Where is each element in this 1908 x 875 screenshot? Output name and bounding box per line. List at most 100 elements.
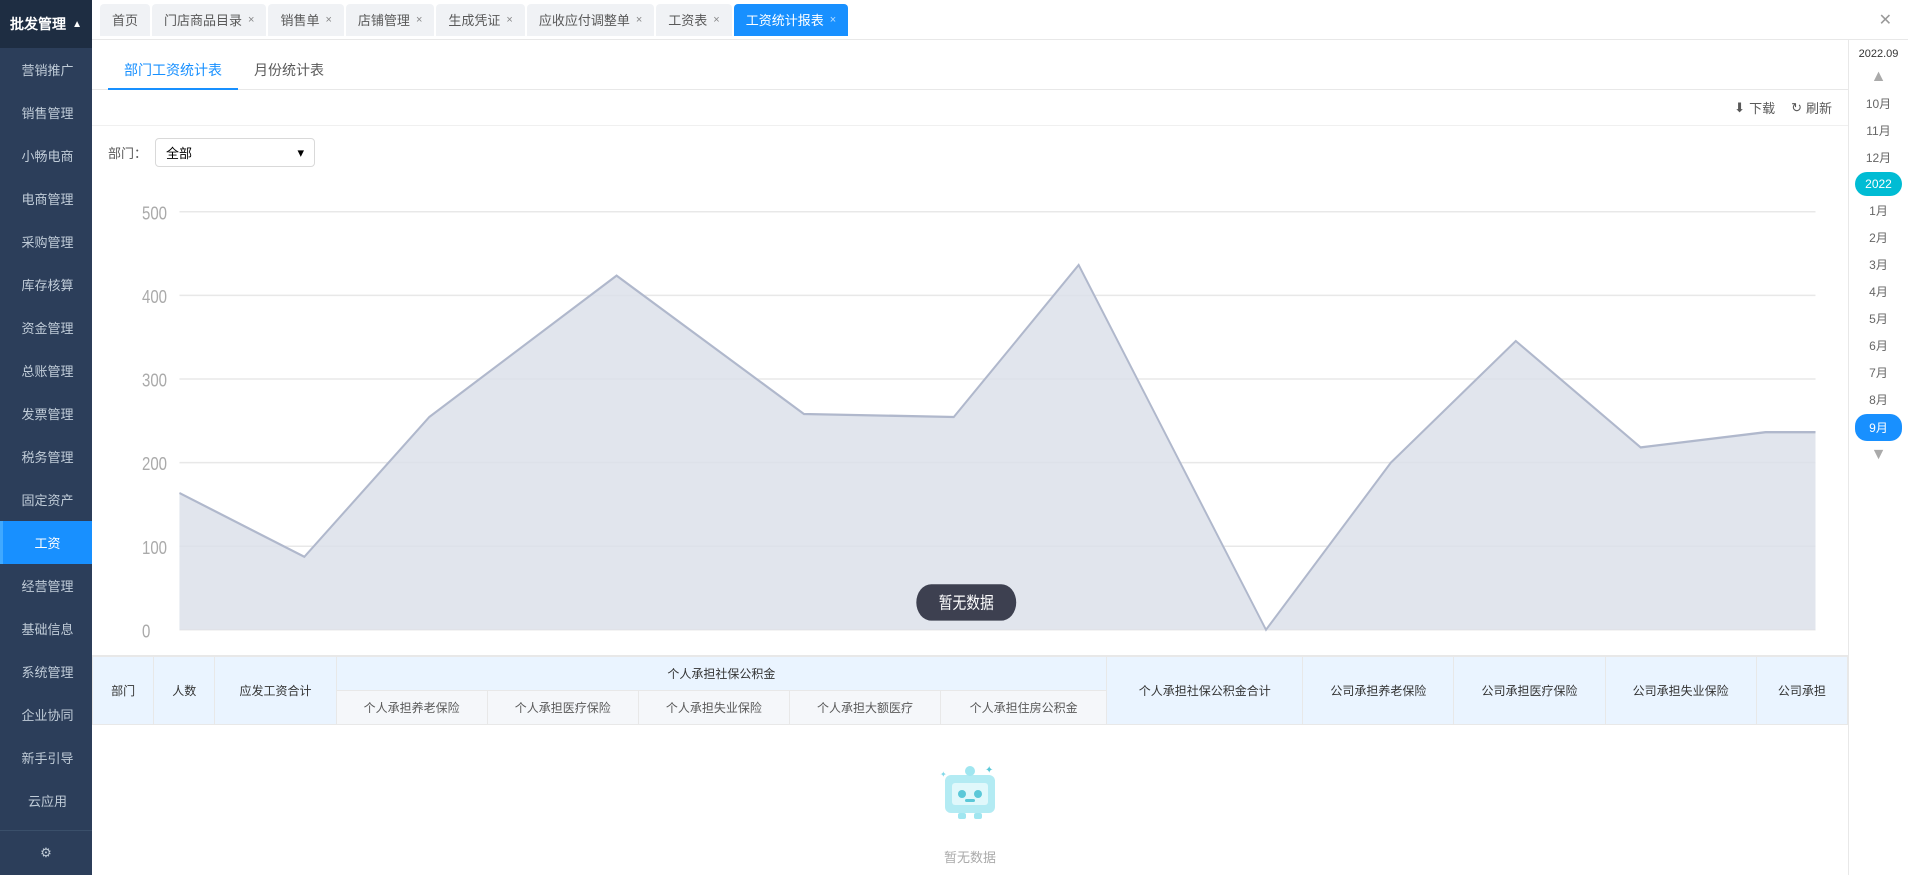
sidebar-footer-settings[interactable]: ⚙ (0, 830, 92, 875)
table-section: 部门 人数 应发工资合计 个人承担社保公积金 个人承担社保公积金合计 公司承担养… (92, 655, 1848, 875)
download-button[interactable]: ⬇ 下载 (1734, 98, 1775, 117)
cal-year-label: 2022.09 (1857, 44, 1901, 64)
sidebar-item-固定资产[interactable]: 固定资产 (0, 478, 92, 521)
sidebar-header[interactable]: 批发管理 ▲ (0, 0, 92, 48)
close-all-tabs-button[interactable]: ✕ (1871, 6, 1900, 34)
svg-text:400: 400 (142, 287, 167, 308)
tab-close-button[interactable]: × (830, 14, 836, 26)
download-icon: ⬇ (1734, 100, 1745, 116)
cal-month-5[interactable]: 5月 (1849, 305, 1908, 332)
tab-销售单[interactable]: 销售单 × (268, 4, 343, 36)
col-personal-medical: 个人承担医疗保险 (487, 691, 638, 725)
svg-text:100: 100 (142, 537, 167, 558)
sidebar-item-经营管理[interactable]: 经营管理 (0, 564, 92, 607)
col-dept: 部门 (93, 657, 154, 725)
refresh-icon: ↻ (1791, 100, 1802, 116)
refresh-button[interactable]: ↻ 刷新 (1791, 98, 1832, 117)
col-personal-major-medical: 个人承担大额医疗 (789, 691, 940, 725)
tab-应收应付调整单[interactable]: 应收应付调整单× (527, 4, 654, 36)
toolbar: ⬇ 下载 ↻ 刷新 (92, 90, 1848, 126)
svg-text:✦: ✦ (940, 770, 947, 779)
empty-text: 暂无数据 (944, 847, 996, 866)
tab-label: 工资表 (668, 10, 707, 29)
sidebar: 批发管理 ▲ 营销推广销售管理小畅电商电商管理采购管理库存核算资金管理总账管理发… (0, 0, 92, 875)
tab-生成凭证[interactable]: 生成凭证 × (436, 4, 524, 36)
chevron-down-icon: ▾ (297, 145, 304, 161)
tab-门店商品目录[interactable]: 门店商品目录 × (152, 4, 266, 36)
sidebar-item-基础信息[interactable]: 基础信息 (0, 607, 92, 650)
cal-month-8[interactable]: 8月 (1849, 386, 1908, 413)
download-label: 下载 (1749, 98, 1775, 117)
col-count: 人数 (154, 657, 215, 725)
col-company-other: 公司承担 (1756, 657, 1847, 725)
filter-row: 部门： 全部 ▾ (92, 126, 1848, 179)
cal-month-7[interactable]: 7月 (1849, 359, 1908, 386)
col-company-pension: 公司承担养老保险 (1303, 657, 1454, 725)
cal-down-button[interactable]: ▼ (1867, 442, 1891, 468)
sidebar-item-税务管理[interactable]: 税务管理 (0, 435, 92, 478)
tab-close-button[interactable]: × (416, 14, 422, 26)
svg-text:300: 300 (142, 370, 167, 391)
tab-工资表[interactable]: 工资表 × (656, 4, 731, 36)
sidebar-item-采购管理[interactable]: 采购管理 (0, 220, 92, 263)
tab-首页[interactable]: 首页 (100, 4, 150, 36)
content-area: 部门工资统计表 月份统计表 ⬇ 下载 ↻ 刷新 部门： 全部 ▾ (92, 40, 1908, 875)
dept-filter-label: 部门： (108, 143, 147, 162)
col-personal-housing: 个人承担住房公积金 (941, 691, 1107, 725)
cal-month-12[interactable]: 12月 (1849, 144, 1908, 171)
no-data-tooltip-text: 暂无数据 (939, 594, 994, 613)
sidebar-item-新手引导[interactable]: 新手引导 (0, 736, 92, 779)
sidebar-item-工资[interactable]: 工资 (0, 521, 92, 564)
cal-month-10[interactable]: 10月 (1849, 90, 1908, 117)
tab-工资统计报表[interactable]: 工资统计报表 × (734, 4, 848, 36)
cal-up-button[interactable]: ▲ (1867, 64, 1891, 90)
tab-label: 生成凭证 (448, 10, 500, 29)
cal-month-3[interactable]: 3月 (1849, 251, 1908, 278)
cal-month-1[interactable]: 1月 (1849, 197, 1908, 224)
sidebar-title: 批发管理 (10, 14, 66, 34)
main-area: 首页门店商品目录×销售单×店铺管理×生成凭证×应收应付调整单×工资表×工资统计报… (92, 0, 1908, 875)
sidebar-item-营销推广[interactable]: 营销推广 (0, 48, 92, 91)
sidebar-arrow-icon: ▲ (72, 19, 82, 30)
sidebar-items: 营销推广销售管理小畅电商电商管理采购管理库存核算资金管理总账管理发票管理税务管理… (0, 48, 92, 822)
sidebar-item-发票管理[interactable]: 发票管理 (0, 392, 92, 435)
cal-month-4[interactable]: 4月 (1849, 278, 1908, 305)
sidebar-item-系统管理[interactable]: 系统管理 (0, 650, 92, 693)
svg-text:500: 500 (142, 203, 167, 224)
sub-tab-month[interactable]: 月份统计表 (238, 52, 340, 90)
cal-month-2[interactable]: 2月 (1849, 224, 1908, 251)
sidebar-item-资金管理[interactable]: 资金管理 (0, 306, 92, 349)
tab-label: 销售单 (280, 10, 319, 29)
sidebar-item-小畅电商[interactable]: 小畅电商 (0, 134, 92, 177)
area-chart: 0 100 200 300 400 500 (142, 189, 1828, 645)
tab-店铺管理[interactable]: 店铺管理× (346, 4, 434, 36)
tab-close-button[interactable]: × (713, 14, 719, 26)
tab-label: 门店商品目录 (164, 10, 242, 29)
tab-label: 首页 (112, 10, 138, 29)
sidebar-item-总账管理[interactable]: 总账管理 (0, 349, 92, 392)
sidebar-item-企业协同[interactable]: 企业协同 (0, 693, 92, 736)
cal-month-9-active[interactable]: 9月 (1855, 414, 1902, 441)
tab-close-button[interactable]: × (325, 14, 331, 26)
sidebar-item-销售管理[interactable]: 销售管理 (0, 91, 92, 134)
cal-month-11[interactable]: 11月 (1849, 117, 1908, 144)
cal-year-2022[interactable]: 2022 (1855, 172, 1902, 196)
col-personal-group: 个人承担社保公积金 (336, 657, 1107, 691)
tab-label: 工资统计报表 (746, 10, 824, 29)
sidebar-item-库存核算[interactable]: 库存核算 (0, 263, 92, 306)
svg-text:200: 200 (142, 454, 167, 475)
table-group-header-row: 部门 人数 应发工资合计 个人承担社保公积金 个人承担社保公积金合计 公司承担养… (93, 657, 1848, 691)
dept-filter-select[interactable]: 全部 ▾ (155, 138, 315, 167)
sidebar-item-云应用[interactable]: 云应用 (0, 779, 92, 822)
tab-close-button[interactable]: × (506, 14, 512, 26)
sub-tab-dept[interactable]: 部门工资统计表 (108, 52, 238, 90)
col-personal-pension: 个人承担养老保险 (336, 691, 487, 725)
sidebar-item-电商管理[interactable]: 电商管理 (0, 177, 92, 220)
tabs-container: 首页门店商品目录×销售单×店铺管理×生成凭证×应收应付调整单×工资表×工资统计报… (100, 4, 1869, 36)
tab-close-button[interactable]: × (248, 14, 254, 26)
chart-area: 0 100 200 300 400 500 (92, 179, 1848, 655)
chart-area-fill (179, 265, 1815, 630)
tab-close-button[interactable]: × (636, 14, 642, 26)
cal-month-6[interactable]: 6月 (1849, 332, 1908, 359)
calendar-panel: 2022.09 ▲ 10月 11月 12月 2022 1月 2月 3月 4月 5… (1848, 40, 1908, 875)
